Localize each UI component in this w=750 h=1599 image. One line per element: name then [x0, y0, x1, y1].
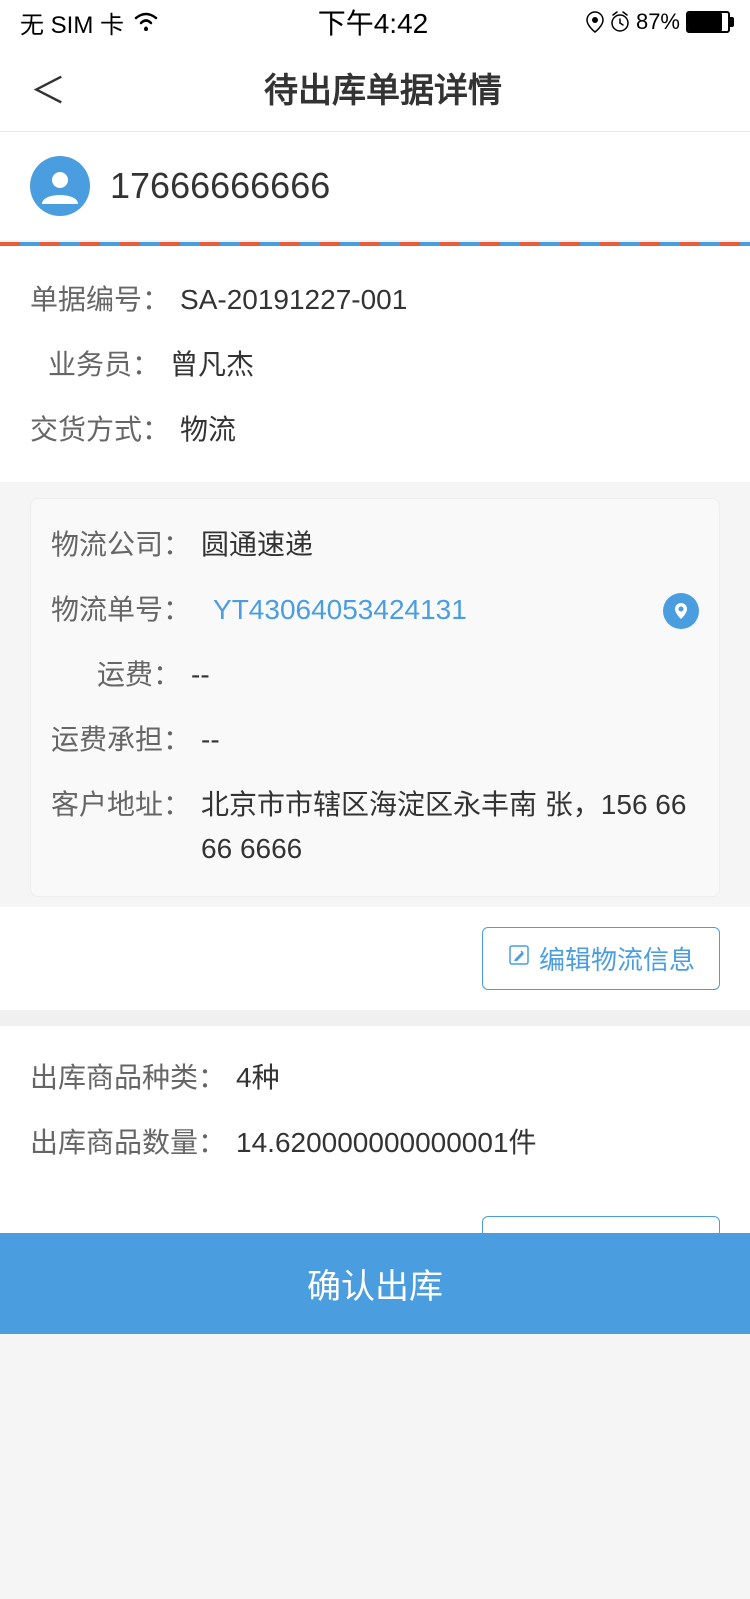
section-divider: [0, 1010, 750, 1026]
sales-rep-label: 业务员：: [30, 343, 160, 388]
shipping-bearer-row: 运费承担： --: [51, 718, 699, 763]
tracking-number-value: YT43064053424131: [213, 588, 651, 633]
shipping-fee-label: 运费：: [51, 653, 181, 698]
shipping-bearer-label: 运费承担：: [51, 718, 191, 763]
product-qty-label: 出库商品数量：: [30, 1121, 226, 1166]
shipping-bearer-value: --: [201, 718, 699, 763]
product-type-label: 出库商品种类：: [30, 1056, 226, 1101]
delivery-label: 交货方式：: [30, 408, 170, 453]
stock-out-section: 出库商品种类： 4种 出库商品数量： 14.620000000000001件: [0, 1026, 750, 1196]
status-left: 无 SIM 卡: [20, 5, 160, 40]
logistics-section: 物流公司： 圆通速递 物流单号： YT43064053424131 运费： --…: [30, 498, 720, 897]
address-label: 客户地址：: [51, 783, 191, 828]
order-number-row: 单据编号： SA-20191227-001: [30, 278, 720, 323]
product-type-value: 4种: [236, 1056, 720, 1101]
sales-rep-value: 曾凡杰: [170, 343, 720, 388]
delivery-value: 物流: [180, 408, 720, 453]
address-row: 客户地址： 北京市市辖区海淀区永丰南 张，156 6666 6666: [51, 783, 699, 873]
product-type-row: 出库商品种类： 4种: [30, 1056, 720, 1101]
product-qty-value: 14.620000000000001件: [236, 1121, 720, 1166]
alarm-icon: [610, 11, 630, 33]
location-pin-icon[interactable]: [663, 593, 699, 629]
edit-icon: [507, 943, 531, 974]
order-number-value: SA-20191227-001: [180, 278, 720, 323]
back-button[interactable]: ＜: [30, 62, 66, 114]
edit-logistics-button[interactable]: 编辑物流信息: [482, 927, 720, 990]
time-display: 下午4:42: [318, 2, 429, 42]
battery-percent: 87%: [636, 9, 680, 35]
confirm-button[interactable]: 确认出库: [0, 1233, 750, 1334]
confirm-button-label: 确认出库: [307, 1268, 443, 1306]
logistics-company-label: 物流公司：: [51, 523, 191, 568]
logistics-company-row: 物流公司： 圆通速递: [51, 523, 699, 568]
phone-number: 17666666666: [110, 165, 330, 207]
status-bar: 无 SIM 卡 下午4:42 87%: [0, 0, 750, 44]
sales-rep-row: 业务员： 曾凡杰: [30, 343, 720, 388]
product-qty-row: 出库商品数量： 14.620000000000001件: [30, 1121, 720, 1166]
delivery-row: 交货方式： 物流: [30, 408, 720, 453]
battery-icon: [686, 11, 730, 33]
order-info-section: 单据编号： SA-20191227-001 业务员： 曾凡杰 交货方式： 物流: [0, 248, 750, 482]
status-right: 87%: [586, 9, 730, 35]
carrier-text: 无 SIM 卡: [20, 5, 124, 40]
tracking-row: 物流单号： YT43064053424131: [51, 588, 699, 633]
tracking-label: 物流单号：: [51, 588, 191, 633]
address-value: 北京市市辖区海淀区永丰南 张，156 6666 6666: [201, 783, 699, 873]
shipping-fee-row: 运费： --: [51, 653, 699, 698]
order-number-label: 单据编号：: [30, 278, 170, 323]
user-info-section: 17666666666: [0, 132, 750, 240]
page-title: 待出库单据详情: [86, 63, 680, 112]
nav-bar: ＜ 待出库单据详情: [0, 44, 750, 132]
edit-logistics-row: 编辑物流信息: [0, 907, 750, 1010]
shipping-fee-value: --: [191, 653, 699, 698]
avatar: [30, 156, 90, 216]
wifi-icon: [132, 12, 160, 32]
edit-logistics-label: 编辑物流信息: [539, 940, 695, 977]
location-icon: [586, 11, 604, 33]
logistics-company-value: 圆通速递: [201, 523, 699, 568]
